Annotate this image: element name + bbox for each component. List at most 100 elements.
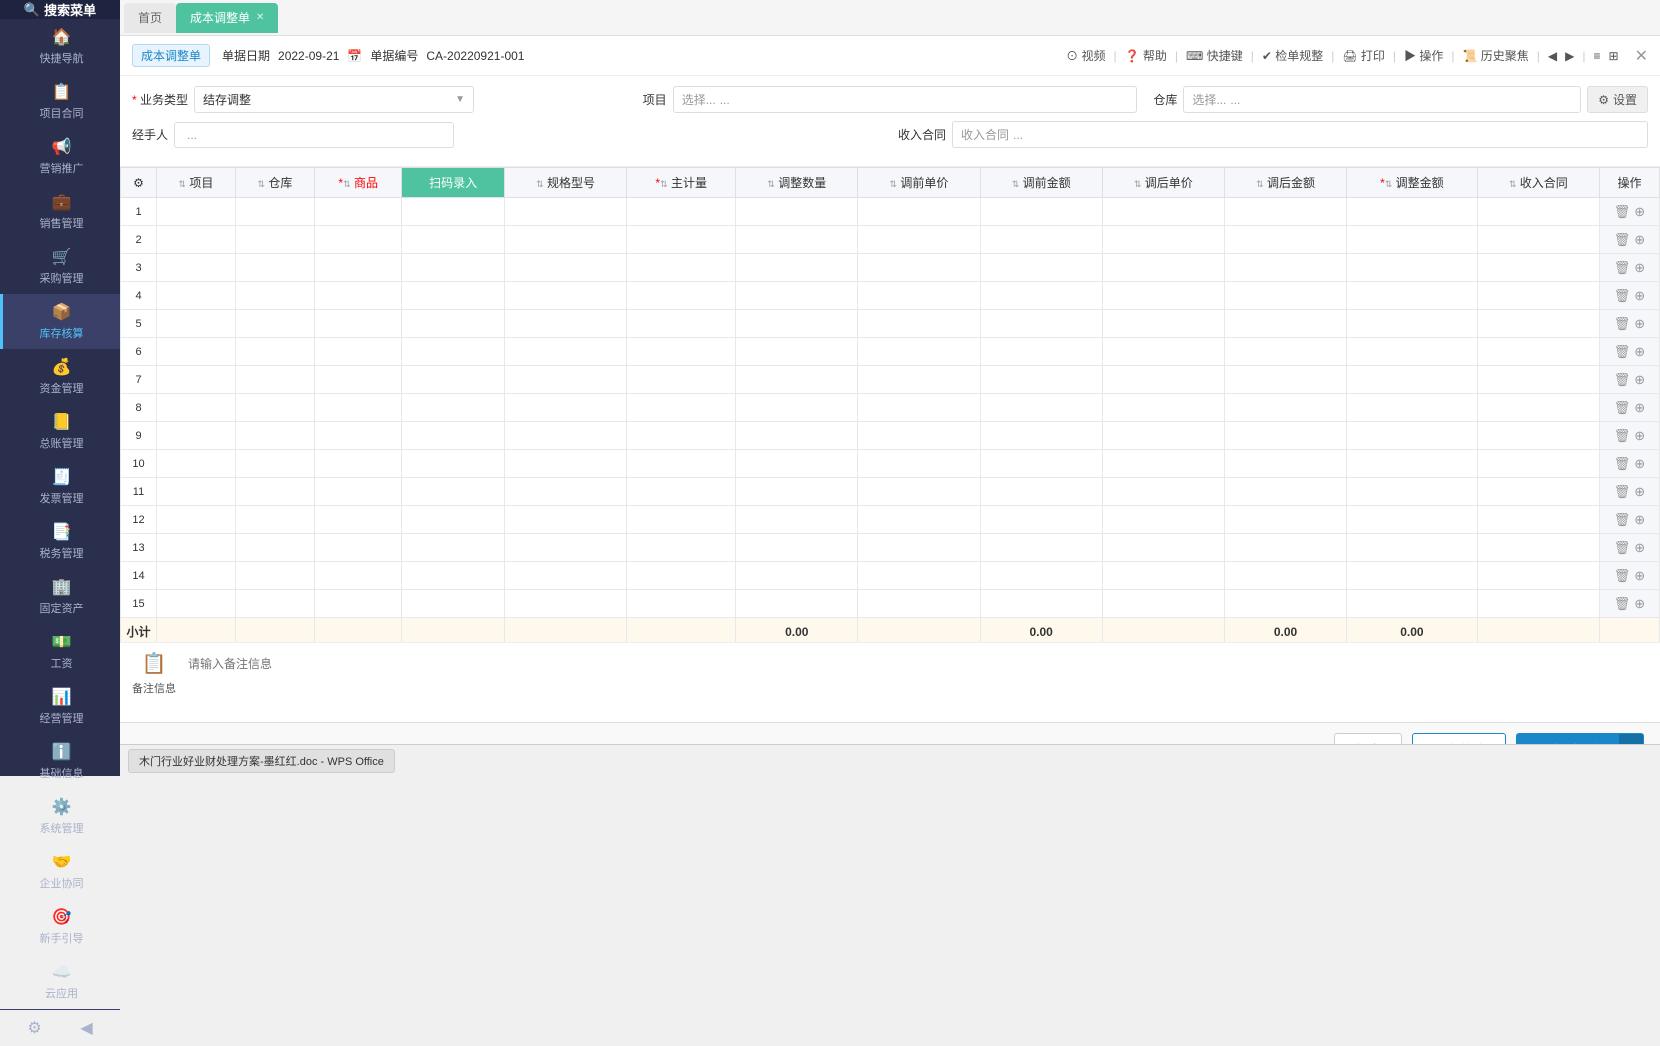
- cell-warehouse[interactable]: [235, 254, 314, 282]
- cell-adjust-amount[interactable]: [1347, 394, 1478, 422]
- cell-adjust-qty[interactable]: [736, 310, 858, 338]
- cell-scan[interactable]: [402, 590, 505, 618]
- sidebar-item-payroll[interactable]: 💵 工资: [0, 624, 120, 679]
- cell-pre-price[interactable]: [858, 450, 980, 478]
- copy-icon[interactable]: ⊕: [1634, 484, 1645, 500]
- delete-icon[interactable]: 🗑: [1614, 204, 1631, 220]
- cell-adjust-amount[interactable]: [1347, 506, 1478, 534]
- copy-icon[interactable]: ⊕: [1634, 316, 1645, 332]
- cell-post-price[interactable]: [1102, 338, 1224, 366]
- sidebar-item-ops-mgmt[interactable]: 📊 经营管理: [0, 679, 120, 734]
- cell-scan[interactable]: [402, 310, 505, 338]
- cell-post-price[interactable]: [1102, 478, 1224, 506]
- cell-adjust-amount[interactable]: [1347, 226, 1478, 254]
- cell-warehouse[interactable]: [235, 590, 314, 618]
- cell-warehouse[interactable]: [235, 478, 314, 506]
- action-print[interactable]: 🖨 打印: [1342, 47, 1385, 64]
- cell-project[interactable]: [157, 394, 236, 422]
- cell-adjust-qty[interactable]: [736, 282, 858, 310]
- delete-icon[interactable]: 🗑: [1614, 400, 1631, 416]
- cell-post-price[interactable]: [1102, 450, 1224, 478]
- cell-pre-price[interactable]: [858, 226, 980, 254]
- sidebar-item-sales-mgmt[interactable]: 💼 销售管理: [0, 184, 120, 239]
- cell-scan[interactable]: [402, 422, 505, 450]
- cell-project[interactable]: [157, 450, 236, 478]
- notes-input[interactable]: [184, 651, 1648, 687]
- cell-unit[interactable]: [627, 562, 736, 590]
- cell-adjust-amount[interactable]: [1347, 590, 1478, 618]
- action-view[interactable]: ⊙ 视频: [1066, 47, 1105, 64]
- col-scan[interactable]: 扫码录入: [402, 168, 505, 198]
- cell-goods[interactable]: [314, 534, 401, 562]
- cell-income-contract[interactable]: [1477, 478, 1599, 506]
- cell-income-contract[interactable]: [1477, 394, 1599, 422]
- delete-icon[interactable]: 🗑: [1614, 316, 1631, 332]
- cell-adjust-amount[interactable]: [1347, 450, 1478, 478]
- cell-unit[interactable]: [627, 366, 736, 394]
- cell-post-amount[interactable]: [1224, 198, 1346, 226]
- cell-adjust-amount[interactable]: [1347, 478, 1478, 506]
- handler-input[interactable]: ...: [174, 122, 454, 148]
- cell-pre-amount[interactable]: [980, 226, 1102, 254]
- sidebar-item-project-contract[interactable]: 📋 项目合同: [0, 74, 120, 129]
- cell-pre-price[interactable]: [858, 198, 980, 226]
- cell-adjust-qty[interactable]: [736, 478, 858, 506]
- cell-income-contract[interactable]: [1477, 534, 1599, 562]
- delete-icon[interactable]: 🗑: [1614, 568, 1631, 584]
- action-help[interactable]: ❓ 帮助: [1125, 47, 1167, 64]
- cell-goods[interactable]: [314, 590, 401, 618]
- cell-adjust-qty[interactable]: [736, 254, 858, 282]
- cell-scan[interactable]: [402, 450, 505, 478]
- income-contract-input[interactable]: 收入合同 ...: [952, 121, 1648, 148]
- cell-project[interactable]: [157, 226, 236, 254]
- cell-scan[interactable]: [402, 198, 505, 226]
- cell-project[interactable]: [157, 198, 236, 226]
- cell-warehouse[interactable]: [235, 394, 314, 422]
- cell-unit[interactable]: [627, 338, 736, 366]
- cell-post-amount[interactable]: [1224, 506, 1346, 534]
- cell-income-contract[interactable]: [1477, 254, 1599, 282]
- cell-unit[interactable]: [627, 478, 736, 506]
- copy-icon[interactable]: ⊕: [1634, 400, 1645, 416]
- cell-unit[interactable]: [627, 394, 736, 422]
- cell-project[interactable]: [157, 422, 236, 450]
- cell-warehouse[interactable]: [235, 338, 314, 366]
- cell-goods[interactable]: [314, 282, 401, 310]
- cell-spec[interactable]: [504, 394, 626, 422]
- cell-post-amount[interactable]: [1224, 254, 1346, 282]
- cell-scan[interactable]: [402, 254, 505, 282]
- sidebar-item-ledger-mgmt[interactable]: 📒 总账管理: [0, 404, 120, 459]
- delete-icon[interactable]: 🗑: [1614, 540, 1631, 556]
- cell-adjust-amount[interactable]: [1347, 310, 1478, 338]
- cell-adjust-amount[interactable]: [1347, 562, 1478, 590]
- grid-view-btn[interactable]: ⊞: [1609, 49, 1619, 63]
- collapse-btn[interactable]: ◀: [80, 1018, 92, 1038]
- delete-icon[interactable]: 🗑: [1614, 288, 1631, 304]
- copy-icon[interactable]: ⊕: [1634, 428, 1645, 444]
- cell-scan[interactable]: [402, 394, 505, 422]
- cell-unit[interactable]: [627, 450, 736, 478]
- cell-warehouse[interactable]: [235, 506, 314, 534]
- cell-post-amount[interactable]: [1224, 282, 1346, 310]
- cell-warehouse[interactable]: [235, 422, 314, 450]
- cell-goods[interactable]: [314, 310, 401, 338]
- copy-icon[interactable]: ⊕: [1634, 596, 1645, 612]
- cell-adjust-qty[interactable]: [736, 562, 858, 590]
- taskbar-item[interactable]: 木门行业好业财处理方案-墨红红.doc - WPS Office: [128, 749, 395, 773]
- cell-unit[interactable]: [627, 506, 736, 534]
- tab-home[interactable]: 首页: [124, 3, 176, 33]
- cell-post-price[interactable]: [1102, 506, 1224, 534]
- cell-goods[interactable]: [314, 366, 401, 394]
- cell-project[interactable]: [157, 254, 236, 282]
- cell-post-price[interactable]: [1102, 422, 1224, 450]
- cell-spec[interactable]: [504, 226, 626, 254]
- cell-adjust-amount[interactable]: [1347, 338, 1478, 366]
- settings-btn[interactable]: ⚙ 设置: [1587, 86, 1648, 113]
- cell-pre-amount[interactable]: [980, 562, 1102, 590]
- action-history[interactable]: 📜 历史聚焦: [1463, 47, 1529, 64]
- cell-pre-price[interactable]: [858, 590, 980, 618]
- cell-pre-amount[interactable]: [980, 590, 1102, 618]
- cell-spec[interactable]: [504, 198, 626, 226]
- cell-goods[interactable]: [314, 422, 401, 450]
- cell-unit[interactable]: [627, 198, 736, 226]
